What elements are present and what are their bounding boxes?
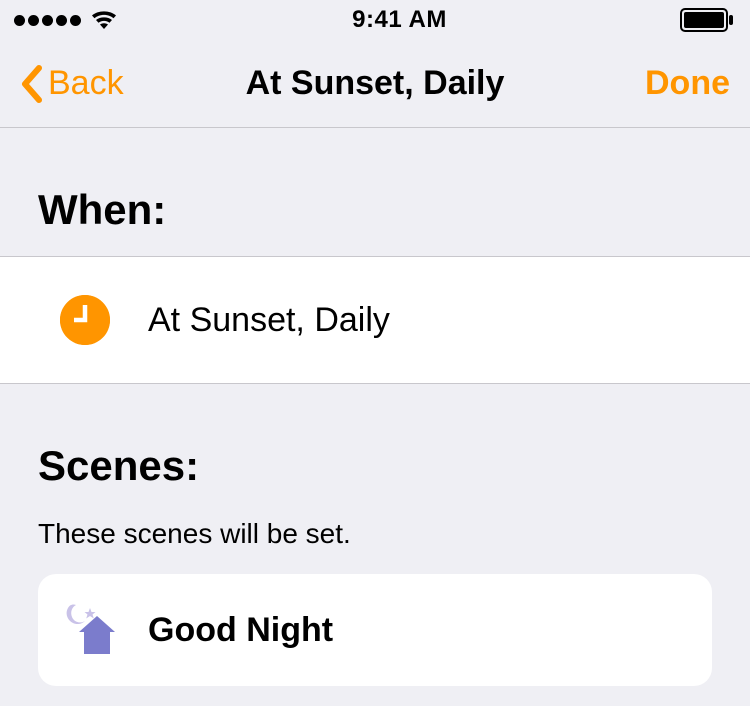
when-section: When: At Sunset, Daily [0, 128, 750, 384]
status-time: 9:41 AM [352, 6, 447, 34]
done-button[interactable]: Done [645, 64, 730, 103]
nav-bar: Back At Sunset, Daily Done [0, 40, 750, 128]
signal-strength-icon [14, 15, 81, 26]
scenes-heading: Scenes: [0, 384, 750, 512]
when-value: At Sunset, Daily [148, 301, 390, 340]
clock-icon [60, 295, 110, 345]
page-title: At Sunset, Daily [246, 64, 505, 103]
status-left [14, 9, 119, 31]
wifi-icon [89, 9, 119, 31]
scene-name: Good Night [148, 611, 333, 650]
scene-card[interactable]: Good Night [38, 574, 712, 686]
back-button[interactable]: Back [20, 64, 124, 103]
back-label: Back [48, 64, 124, 103]
scenes-section: Scenes: These scenes will be set. Good N… [0, 384, 750, 686]
when-row[interactable]: At Sunset, Daily [0, 256, 750, 384]
good-night-icon [62, 602, 122, 658]
when-heading: When: [0, 128, 750, 256]
battery-icon [680, 8, 736, 32]
scenes-subheading: These scenes will be set. [0, 512, 750, 574]
status-bar: 9:41 AM [0, 0, 750, 40]
chevron-left-icon [20, 65, 42, 103]
